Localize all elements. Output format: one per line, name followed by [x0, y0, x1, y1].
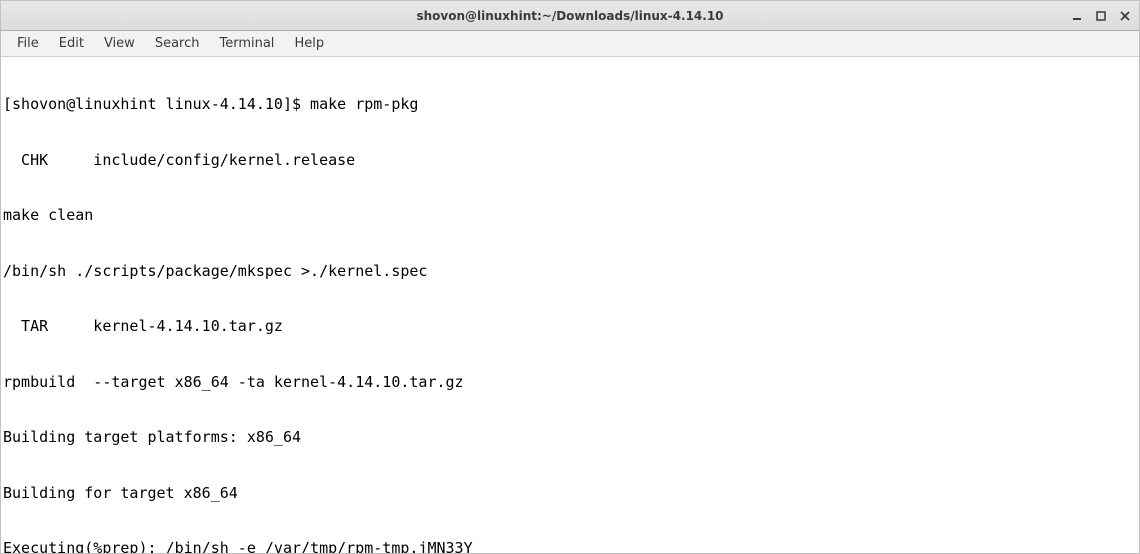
menubar: File Edit View Search Terminal Help [1, 31, 1139, 57]
menu-file[interactable]: File [7, 32, 49, 55]
terminal-line: [shovon@linuxhint linux-4.14.10]$ make r… [3, 95, 1137, 114]
menu-edit[interactable]: Edit [49, 32, 94, 55]
menu-terminal[interactable]: Terminal [209, 32, 284, 55]
terminal-line: Building target platforms: x86_64 [3, 428, 1137, 447]
terminal-line: Building for target x86_64 [3, 484, 1137, 503]
window-title: shovon@linuxhint:~/Downloads/linux-4.14.… [416, 9, 723, 23]
close-button[interactable] [1117, 8, 1133, 24]
terminal-line: make clean [3, 206, 1137, 225]
terminal-output[interactable]: [shovon@linuxhint linux-4.14.10]$ make r… [1, 57, 1139, 553]
window-controls [1069, 1, 1133, 30]
menu-help[interactable]: Help [284, 32, 334, 55]
close-icon [1120, 11, 1130, 21]
maximize-button[interactable] [1093, 8, 1109, 24]
terminal-line: CHK include/config/kernel.release [3, 151, 1137, 170]
minimize-button[interactable] [1069, 8, 1085, 24]
minimize-icon [1072, 11, 1082, 21]
terminal-line: rpmbuild --target x86_64 -ta kernel-4.14… [3, 373, 1137, 392]
menu-view[interactable]: View [94, 32, 145, 55]
maximize-icon [1096, 11, 1106, 21]
titlebar: shovon@linuxhint:~/Downloads/linux-4.14.… [1, 1, 1139, 31]
terminal-line: TAR kernel-4.14.10.tar.gz [3, 317, 1137, 336]
terminal-line: /bin/sh ./scripts/package/mkspec >./kern… [3, 262, 1137, 281]
terminal-line: Executing(%prep): /bin/sh -e /var/tmp/rp… [3, 539, 1137, 553]
menu-search[interactable]: Search [145, 32, 210, 55]
